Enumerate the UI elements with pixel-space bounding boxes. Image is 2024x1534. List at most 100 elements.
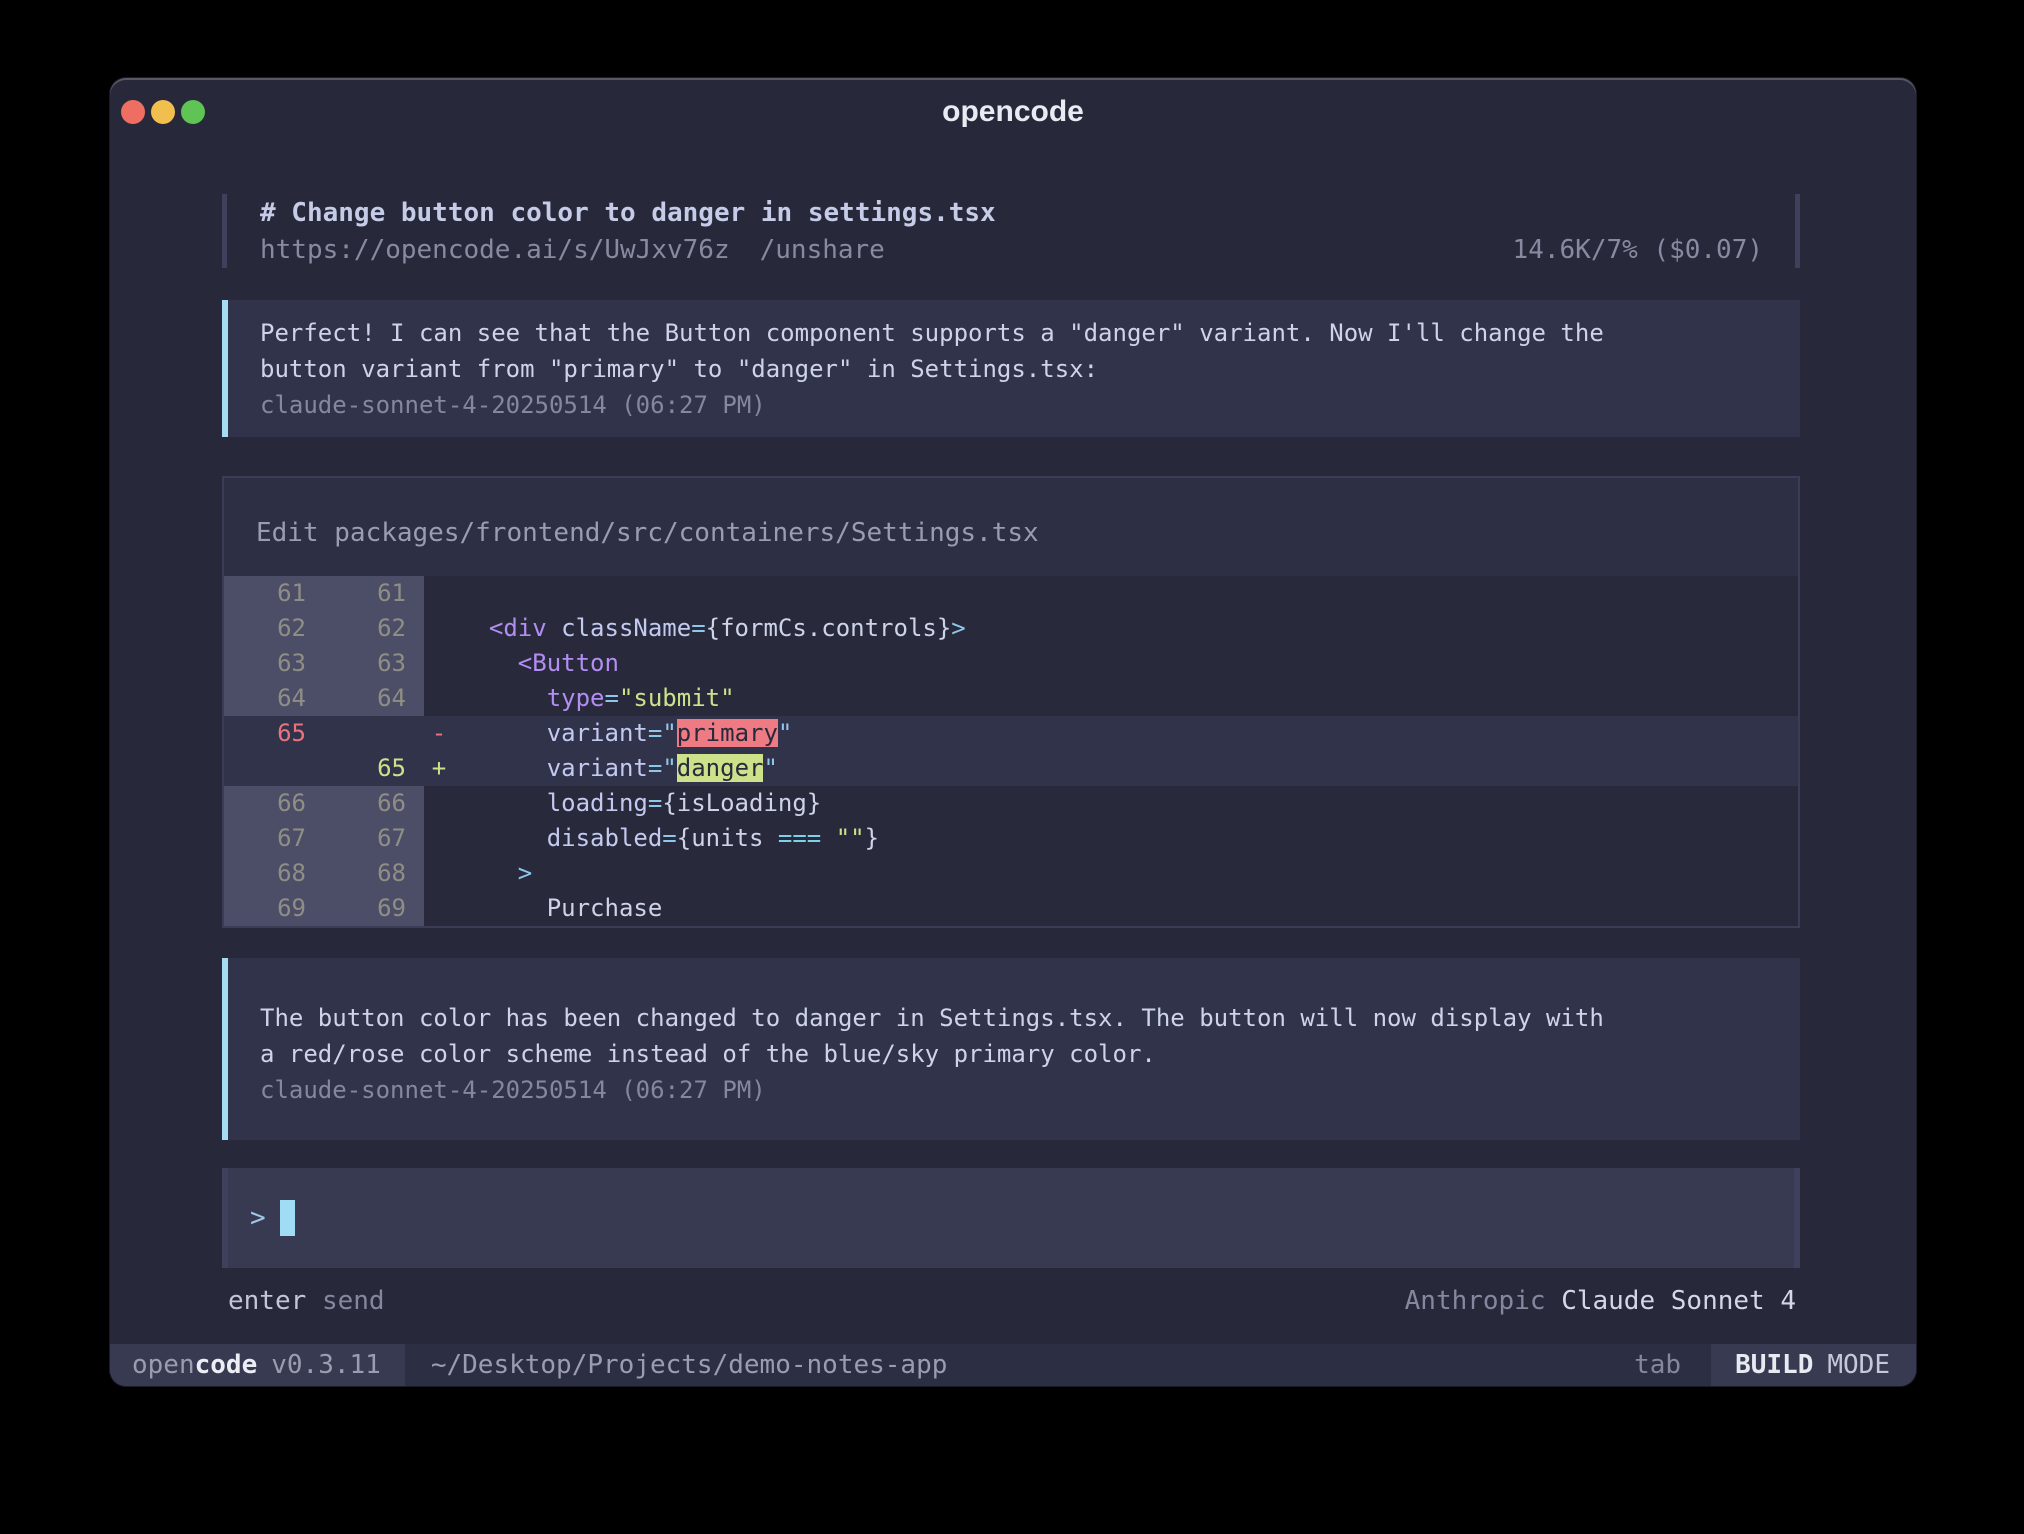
provider-name: Anthropic xyxy=(1405,1286,1546,1316)
diff-old-line-number: 61 xyxy=(224,576,324,611)
hints-row: enter send Anthropic Claude Sonnet 4 xyxy=(222,1286,1800,1316)
diff-change-sign xyxy=(424,821,454,856)
code-token xyxy=(460,824,547,852)
diff-new-line-number xyxy=(324,716,424,751)
code-token: Purchase xyxy=(547,894,663,922)
code-token: loading xyxy=(547,789,648,817)
code-token xyxy=(460,684,547,712)
diff-new-line-number: 65 xyxy=(324,751,424,786)
message-model-meta: claude-sonnet-4-20250514 (06:27 PM) xyxy=(260,387,1770,423)
diff-change-sign xyxy=(424,681,454,716)
diff-new-line-number: 69 xyxy=(324,891,424,926)
message-line: button variant from "primary" to "danger… xyxy=(260,351,1770,387)
diff-row: 65 + variant="danger" xyxy=(224,751,1798,786)
code-token xyxy=(460,719,547,747)
mode-indicator: BUILD MODE xyxy=(1711,1344,1916,1386)
diff-code-line: loading={isLoading} xyxy=(454,786,1798,821)
code-token xyxy=(460,649,518,677)
code-token: === xyxy=(778,824,821,852)
send-hint: enter send xyxy=(228,1286,385,1316)
mode-label: MODE xyxy=(1827,1350,1890,1380)
diff-code-line: disabled={units === ""} xyxy=(454,821,1798,856)
code-token: } xyxy=(865,824,879,852)
code-token: " xyxy=(662,754,676,782)
diff-old-line-number: 67 xyxy=(224,821,324,856)
code-token: = xyxy=(605,684,619,712)
prompt-symbol: > xyxy=(250,1203,266,1233)
diff-new-line-number: 61 xyxy=(324,576,424,611)
code-token: = xyxy=(648,789,662,817)
diff-row: 66 66 loading={isLoading} xyxy=(224,786,1798,821)
diff-change-sign xyxy=(424,576,454,611)
diff-code-line: <Button xyxy=(454,646,1798,681)
assistant-message: Perfect! I can see that the Button compo… xyxy=(222,300,1800,437)
diff-row: 64 64 type="submit" xyxy=(224,681,1798,716)
code-token xyxy=(460,859,518,887)
code-token: className xyxy=(561,614,691,642)
diff-new-line-number: 63 xyxy=(324,646,424,681)
diff-view: 61 61 62 62 <div className={formCs.contr… xyxy=(224,576,1798,926)
app-version-segment: opencodev0.3.11 xyxy=(110,1344,405,1386)
mode-name: BUILD xyxy=(1735,1350,1813,1380)
code-token: {formCs.controls} xyxy=(706,614,952,642)
model-indicator: Anthropic Claude Sonnet 4 xyxy=(1405,1286,1796,1316)
code-token: " xyxy=(763,754,777,782)
code-token: = xyxy=(648,719,662,747)
diff-row: 67 67 disabled={units === ""} xyxy=(224,821,1798,856)
diff-row: 62 62 <div className={formCs.controls}> xyxy=(224,611,1798,646)
diff-old-line-number: 63 xyxy=(224,646,324,681)
code-token xyxy=(460,754,547,782)
code-token: {units xyxy=(677,824,778,852)
prompt-input[interactable]: > xyxy=(222,1168,1800,1268)
code-token: "submit" xyxy=(619,684,735,712)
status-bar: opencodev0.3.11 ~/Desktop/Projects/demo-… xyxy=(110,1344,1916,1386)
code-token: variant xyxy=(547,754,648,782)
diff-row: 65 - variant="primary" xyxy=(224,716,1798,751)
diff-code-line: type="submit" xyxy=(454,681,1798,716)
code-token: = xyxy=(662,824,676,852)
enter-key-hint: enter xyxy=(228,1286,306,1316)
window-title: opencode xyxy=(110,78,1916,146)
diff-row: 61 61 xyxy=(224,576,1798,611)
message-line: The button color has been changed to dan… xyxy=(260,1000,1770,1036)
code-token: = xyxy=(691,614,705,642)
diff-change-sign: + xyxy=(424,751,454,786)
code-token xyxy=(460,789,547,817)
diff-code-line: <div className={formCs.controls}> xyxy=(454,611,1798,646)
session-header: # Change button color to danger in setti… xyxy=(222,194,1800,268)
context-usage-stats: 14.6K/7% ($0.07) xyxy=(1513,232,1795,268)
diff-change-sign xyxy=(424,891,454,926)
code-token: = xyxy=(648,754,662,782)
diff-old-line-number: 62 xyxy=(224,611,324,646)
diff-old-line-number: 66 xyxy=(224,786,324,821)
enter-action-hint: send xyxy=(322,1286,385,1316)
code-token: variant xyxy=(547,719,648,747)
share-url-link[interactable]: https://opencode.ai/s/UwJxv76z xyxy=(260,235,730,265)
diff-change-sign xyxy=(424,856,454,891)
diff-code-line: variant="danger" xyxy=(454,751,1798,786)
model-name: Claude Sonnet 4 xyxy=(1561,1286,1796,1316)
message-line: a red/rose color scheme instead of the b… xyxy=(260,1036,1770,1072)
edit-tool-block: Edit packages/frontend/src/containers/Se… xyxy=(222,476,1800,928)
diff-new-line-number: 64 xyxy=(324,681,424,716)
app-version: v0.3.11 xyxy=(271,1350,381,1380)
diff-old-line-number: 64 xyxy=(224,681,324,716)
diff-old-line-number: 69 xyxy=(224,891,324,926)
diff-code-line: variant="primary" xyxy=(454,716,1798,751)
diff-code-line xyxy=(454,576,1798,611)
code-token xyxy=(460,894,547,922)
titlebar: opencode xyxy=(110,78,1916,146)
diff-change-sign xyxy=(424,786,454,821)
session-title: # Change button color to danger in setti… xyxy=(260,194,1513,232)
code-token: > xyxy=(951,614,965,642)
terminal-window: opencode # Change button color to danger… xyxy=(110,78,1916,1386)
code-token: "" xyxy=(836,824,865,852)
header-right-bar xyxy=(1795,194,1800,268)
unshare-command[interactable]: /unshare xyxy=(760,235,885,265)
diff-old-line-number xyxy=(224,751,324,786)
code-token: <div xyxy=(489,614,547,642)
diff-new-line-number: 62 xyxy=(324,611,424,646)
code-token: danger xyxy=(677,754,764,782)
code-token xyxy=(821,824,835,852)
diff-new-line-number: 68 xyxy=(324,856,424,891)
